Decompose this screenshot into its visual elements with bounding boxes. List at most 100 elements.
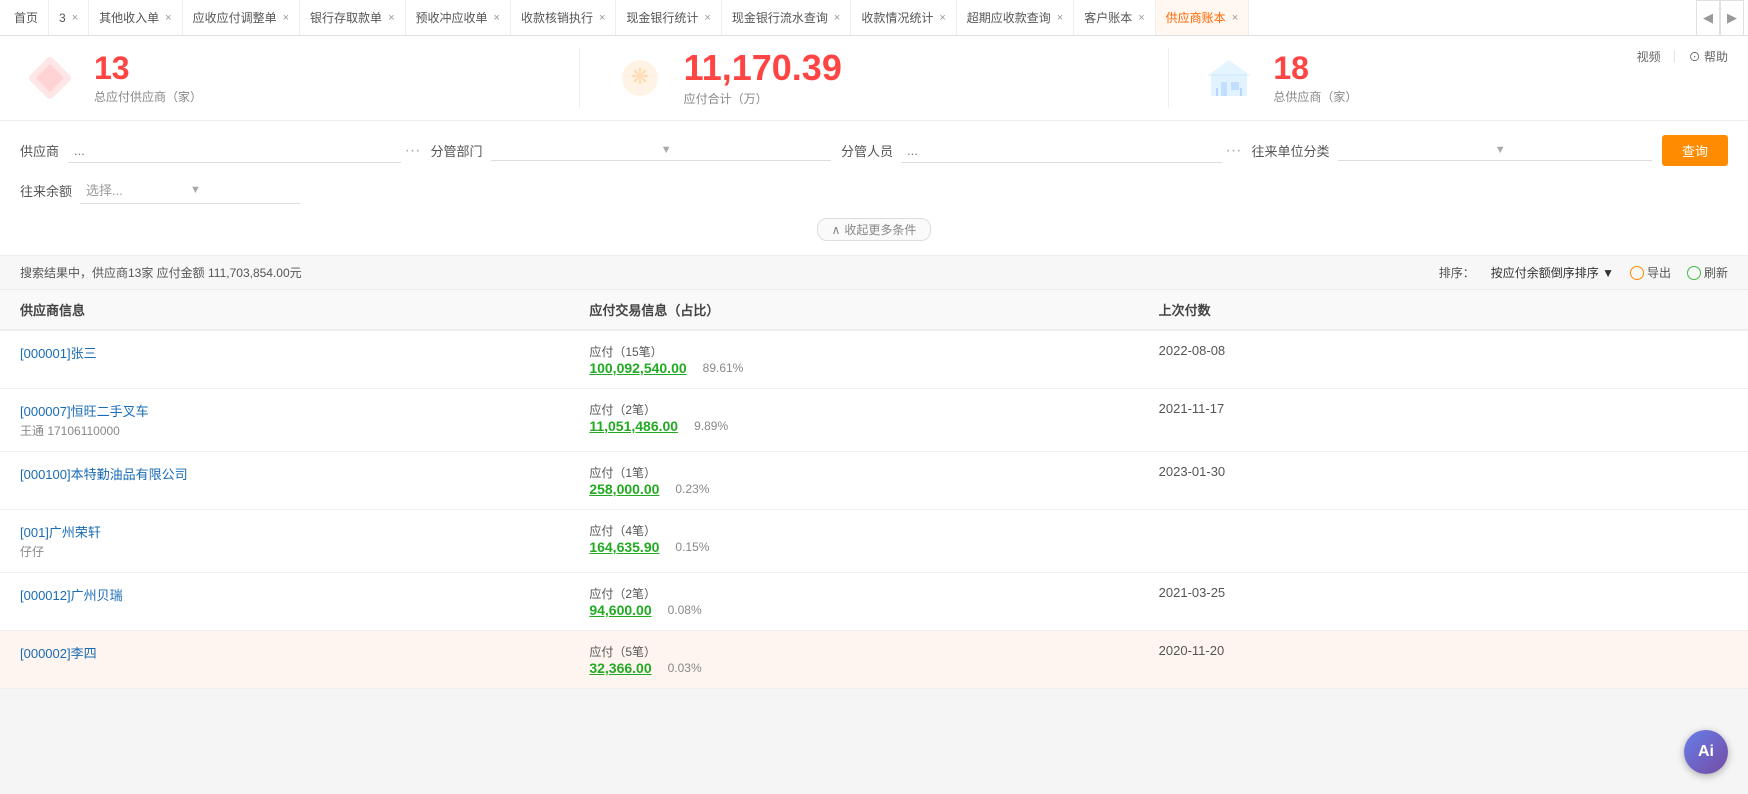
- close-icon[interactable]: ×: [72, 12, 78, 24]
- supplier-link-5[interactable]: [000012]广州贝瑞: [20, 588, 123, 603]
- last-payment-1: 2022-08-08: [1159, 343, 1728, 358]
- supplier-cell-6: [000002]李四: [20, 643, 589, 662]
- close-icon[interactable]: ×: [939, 12, 945, 24]
- nav-tab-cash-flow[interactable]: 现金银行流水查询 ×: [722, 0, 851, 36]
- nav-tab-collection-stats[interactable]: 收款情况统计 ×: [851, 0, 956, 36]
- transaction-percent-4: 0.15%: [675, 540, 709, 554]
- supplier-cell-2: [000007]恒旺二手叉车 王通 17106110000: [20, 401, 589, 439]
- nav-tab-overdue[interactable]: 超期应收款查询 ×: [957, 0, 1074, 36]
- close-icon[interactable]: ×: [388, 12, 394, 24]
- diamond-icon: [20, 48, 80, 108]
- collapse-bar: ∧ 收起更多条件: [20, 214, 1728, 247]
- stat-content-3: 18 总供应商（家）: [1273, 52, 1357, 105]
- supplier-input[interactable]: [68, 139, 401, 163]
- table-row: [001]广州荣轩 仔仔 应付（4笔） 164,635.90 0.15%: [0, 510, 1748, 573]
- dept-select[interactable]: ▼: [491, 140, 831, 161]
- supplier-link-1[interactable]: [000001]张三: [20, 346, 97, 361]
- transaction-amount-6[interactable]: 32,366.00: [589, 660, 651, 676]
- top-navigation: 首页 3 × 其他收入单 × 应收应付调整单 × 银行存取款单 × 预收冲应收单…: [0, 0, 1748, 36]
- nav-tab-collection[interactable]: 收款核销执行 ×: [511, 0, 616, 36]
- close-icon[interactable]: ×: [494, 12, 500, 24]
- person-dots-icon[interactable]: ···: [1226, 142, 1242, 160]
- help-link[interactable]: ⊙ 帮助: [1689, 48, 1728, 65]
- action-divider: ｜: [1669, 48, 1681, 65]
- store-icon: [1199, 48, 1259, 108]
- nav-tab-customer-account[interactable]: 客户账本 ×: [1074, 0, 1155, 36]
- supplier-sub-4: 仔仔: [20, 543, 589, 560]
- nav-tab-supplier-account[interactable]: 供应商账本 ×: [1156, 0, 1249, 36]
- stat-divider-1: [579, 48, 580, 108]
- balance-select[interactable]: 选择... ▼: [80, 176, 300, 204]
- transaction-label-1: 应付（15笔）: [589, 343, 1158, 360]
- header-stats: 13 总应付供应商（家） ❋ 11,170.39 应付合计（万）: [0, 36, 1748, 121]
- transaction-row-2: 11,051,486.00 9.89%: [589, 418, 1158, 434]
- transaction-cell-6: 应付（5笔） 32,366.00 0.03%: [589, 643, 1158, 676]
- ai-assistant-button[interactable]: Ai: [1684, 730, 1728, 774]
- close-icon[interactable]: ×: [283, 12, 289, 24]
- nav-arrows: ◀ ▶: [1696, 0, 1744, 36]
- transaction-amount-4[interactable]: 164,635.90: [589, 539, 659, 555]
- supplier-link-6[interactable]: [000002]李四: [20, 646, 97, 661]
- nav-prev-arrow[interactable]: ◀: [1696, 0, 1720, 36]
- nav-tab-3[interactable]: 3 ×: [49, 0, 89, 36]
- nav-tab-cash-bank-stats[interactable]: 现金银行统计 ×: [616, 0, 721, 36]
- supplier-link-4[interactable]: [001]广州荣轩: [20, 525, 101, 540]
- header-last-payment: 上次付数: [1159, 300, 1728, 319]
- collapse-button[interactable]: ∧ 收起更多条件: [817, 218, 932, 241]
- chevron-down-icon-2: ▼: [1495, 144, 1646, 156]
- transaction-cell-3: 应付（1笔） 258,000.00 0.23%: [589, 464, 1158, 497]
- table-row: [000007]恒旺二手叉车 王通 17106110000 应付（2笔） 11,…: [0, 389, 1748, 452]
- nav-next-arrow[interactable]: ▶: [1720, 0, 1744, 36]
- query-button[interactable]: 查询: [1662, 135, 1728, 166]
- results-bar: 搜索结果中，供应商13家 应付金额 111,703,854.00元 排序： 按应…: [0, 256, 1748, 290]
- sort-label: 排序：: [1439, 264, 1475, 281]
- total-suppliers-label: 总供应商（家）: [1273, 88, 1357, 105]
- payable-total-label: 应付合计（万）: [684, 90, 842, 107]
- stat-content-2: 11,170.39 应付合计（万）: [684, 50, 842, 107]
- refresh-button[interactable]: 刷新: [1687, 264, 1728, 281]
- export-icon: [1630, 266, 1644, 280]
- last-payment-3: 2023-01-30: [1159, 464, 1728, 479]
- nav-tab-other-income[interactable]: 其他收入单 ×: [89, 0, 182, 36]
- person-input[interactable]: [901, 139, 1222, 163]
- transaction-row-5: 94,600.00 0.08%: [589, 602, 1158, 618]
- supplier-link-3[interactable]: [000100]本特勤油品有限公司: [20, 467, 188, 482]
- transaction-amount-5[interactable]: 94,600.00: [589, 602, 651, 618]
- search-panel: 供应商 ··· 分管部门 ▼ 分管人员 ··· 往来单位分类 ▼ 查询 往来: [0, 121, 1748, 256]
- close-icon[interactable]: ×: [1057, 12, 1063, 24]
- close-icon[interactable]: ×: [165, 12, 171, 24]
- export-button[interactable]: 导出: [1630, 264, 1671, 281]
- close-icon[interactable]: ×: [704, 12, 710, 24]
- header-supplier-info: 供应商信息: [20, 300, 589, 319]
- sort-value[interactable]: 按应付余额倒序排序 ▼: [1491, 264, 1614, 281]
- video-link[interactable]: 视频: [1637, 48, 1661, 65]
- search-field-category: 往来单位分类 ▼: [1252, 140, 1653, 161]
- supplier-label: 供应商: [20, 141, 60, 160]
- chevron-down-icon-3: ▼: [190, 184, 294, 196]
- supplier-cell-1: [000001]张三: [20, 343, 589, 362]
- supplier-link-2[interactable]: [000007]恒旺二手叉车: [20, 404, 149, 419]
- nav-tab-ap-adjust[interactable]: 应收应付调整单 ×: [183, 0, 300, 36]
- balance-placeholder: 选择...: [86, 180, 190, 199]
- nav-tab-bank-deposit[interactable]: 银行存取款单 ×: [300, 0, 405, 36]
- close-icon[interactable]: ×: [834, 12, 840, 24]
- chevron-down-icon: ▼: [661, 144, 825, 156]
- snowflake-icon: ❋: [610, 48, 670, 108]
- nav-tab-home[interactable]: 首页: [4, 0, 49, 36]
- search-field-supplier: 供应商 ···: [20, 139, 421, 163]
- close-icon[interactable]: ×: [599, 12, 605, 24]
- transaction-percent-5: 0.08%: [668, 603, 702, 617]
- transaction-percent-3: 0.23%: [675, 482, 709, 496]
- table-row: [000012]广州贝瑞 应付（2笔） 94,600.00 0.08% 2021…: [0, 573, 1748, 631]
- transaction-amount-2[interactable]: 11,051,486.00: [589, 418, 678, 434]
- supplier-dots-icon[interactable]: ···: [405, 142, 421, 160]
- close-icon[interactable]: ×: [1232, 12, 1238, 24]
- category-select[interactable]: ▼: [1338, 140, 1652, 161]
- close-icon[interactable]: ×: [1138, 12, 1144, 24]
- search-field-person: 分管人员 ···: [841, 139, 1242, 163]
- svg-text:❋: ❋: [630, 64, 648, 89]
- nav-tab-prepay[interactable]: 预收冲应收单 ×: [406, 0, 511, 36]
- transaction-amount-1[interactable]: 100,092,540.00: [589, 360, 686, 376]
- transaction-cell-5: 应付（2笔） 94,600.00 0.08%: [589, 585, 1158, 618]
- transaction-amount-3[interactable]: 258,000.00: [589, 481, 659, 497]
